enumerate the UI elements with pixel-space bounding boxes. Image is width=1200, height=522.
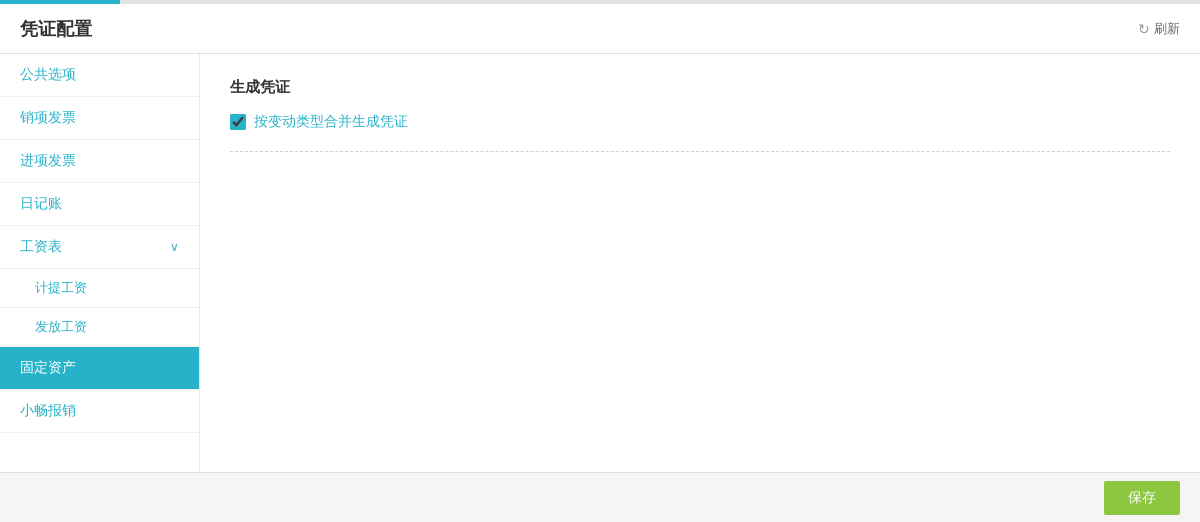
sidebar-item-label: 小畅报销 bbox=[20, 402, 76, 420]
refresh-label: 刷新 bbox=[1154, 20, 1180, 38]
sidebar-item-fixed-assets[interactable]: 固定资产 bbox=[0, 347, 199, 390]
chevron-down-icon: ∨ bbox=[170, 240, 179, 254]
top-tab-bar bbox=[0, 0, 1200, 4]
content-area: 生成凭证 按变动类型合并生成凭证 bbox=[200, 54, 1200, 472]
refresh-icon: ↻ bbox=[1138, 21, 1150, 37]
sidebar-item-label: 固定资产 bbox=[20, 359, 76, 377]
section-divider bbox=[230, 151, 1170, 152]
sidebar-item-journal[interactable]: 日记账 bbox=[0, 183, 199, 226]
sidebar-item-label: 进项发票 bbox=[20, 152, 76, 170]
refresh-button[interactable]: ↻ 刷新 bbox=[1138, 20, 1180, 38]
merge-by-type-checkbox[interactable] bbox=[230, 114, 246, 130]
sidebar-item-expense-reimbursement[interactable]: 小畅报销 bbox=[0, 390, 199, 433]
main-layout: 公共选项销项发票进项发票日记账工资表 ∨ 计提工资发放工资固定资产小畅报销 生成凭证… bbox=[0, 54, 1200, 472]
page-header: 凭证配置 ↻ 刷新 bbox=[0, 4, 1200, 54]
checkbox-row: 按变动类型合并生成凭证 bbox=[230, 113, 1170, 131]
sidebar-item-label: 公共选项 bbox=[20, 66, 76, 84]
sidebar-sub-item-payroll-provision[interactable]: 计提工资 bbox=[0, 269, 199, 308]
page-title: 凭证配置 bbox=[20, 17, 92, 41]
sidebar-sub-item-payroll-payment[interactable]: 发放工资 bbox=[0, 308, 199, 347]
sidebar-item-public-options[interactable]: 公共选项 bbox=[0, 54, 199, 97]
merge-by-type-label[interactable]: 按变动类型合并生成凭证 bbox=[254, 113, 408, 131]
page-footer: 保存 bbox=[0, 472, 1200, 522]
sidebar-item-label: 销项发票 bbox=[20, 109, 76, 127]
sidebar-item-label: 工资表 bbox=[20, 238, 62, 256]
section-title: 生成凭证 bbox=[230, 78, 1170, 97]
sidebar: 公共选项销项发票进项发票日记账工资表 ∨ 计提工资发放工资固定资产小畅报销 bbox=[0, 54, 200, 472]
save-button[interactable]: 保存 bbox=[1104, 481, 1180, 515]
sidebar-item-payroll[interactable]: 工资表 ∨ bbox=[0, 226, 199, 269]
sidebar-item-purchase-invoice[interactable]: 进项发票 bbox=[0, 140, 199, 183]
sidebar-item-sales-invoice[interactable]: 销项发票 bbox=[0, 97, 199, 140]
sidebar-item-label: 日记账 bbox=[20, 195, 62, 213]
